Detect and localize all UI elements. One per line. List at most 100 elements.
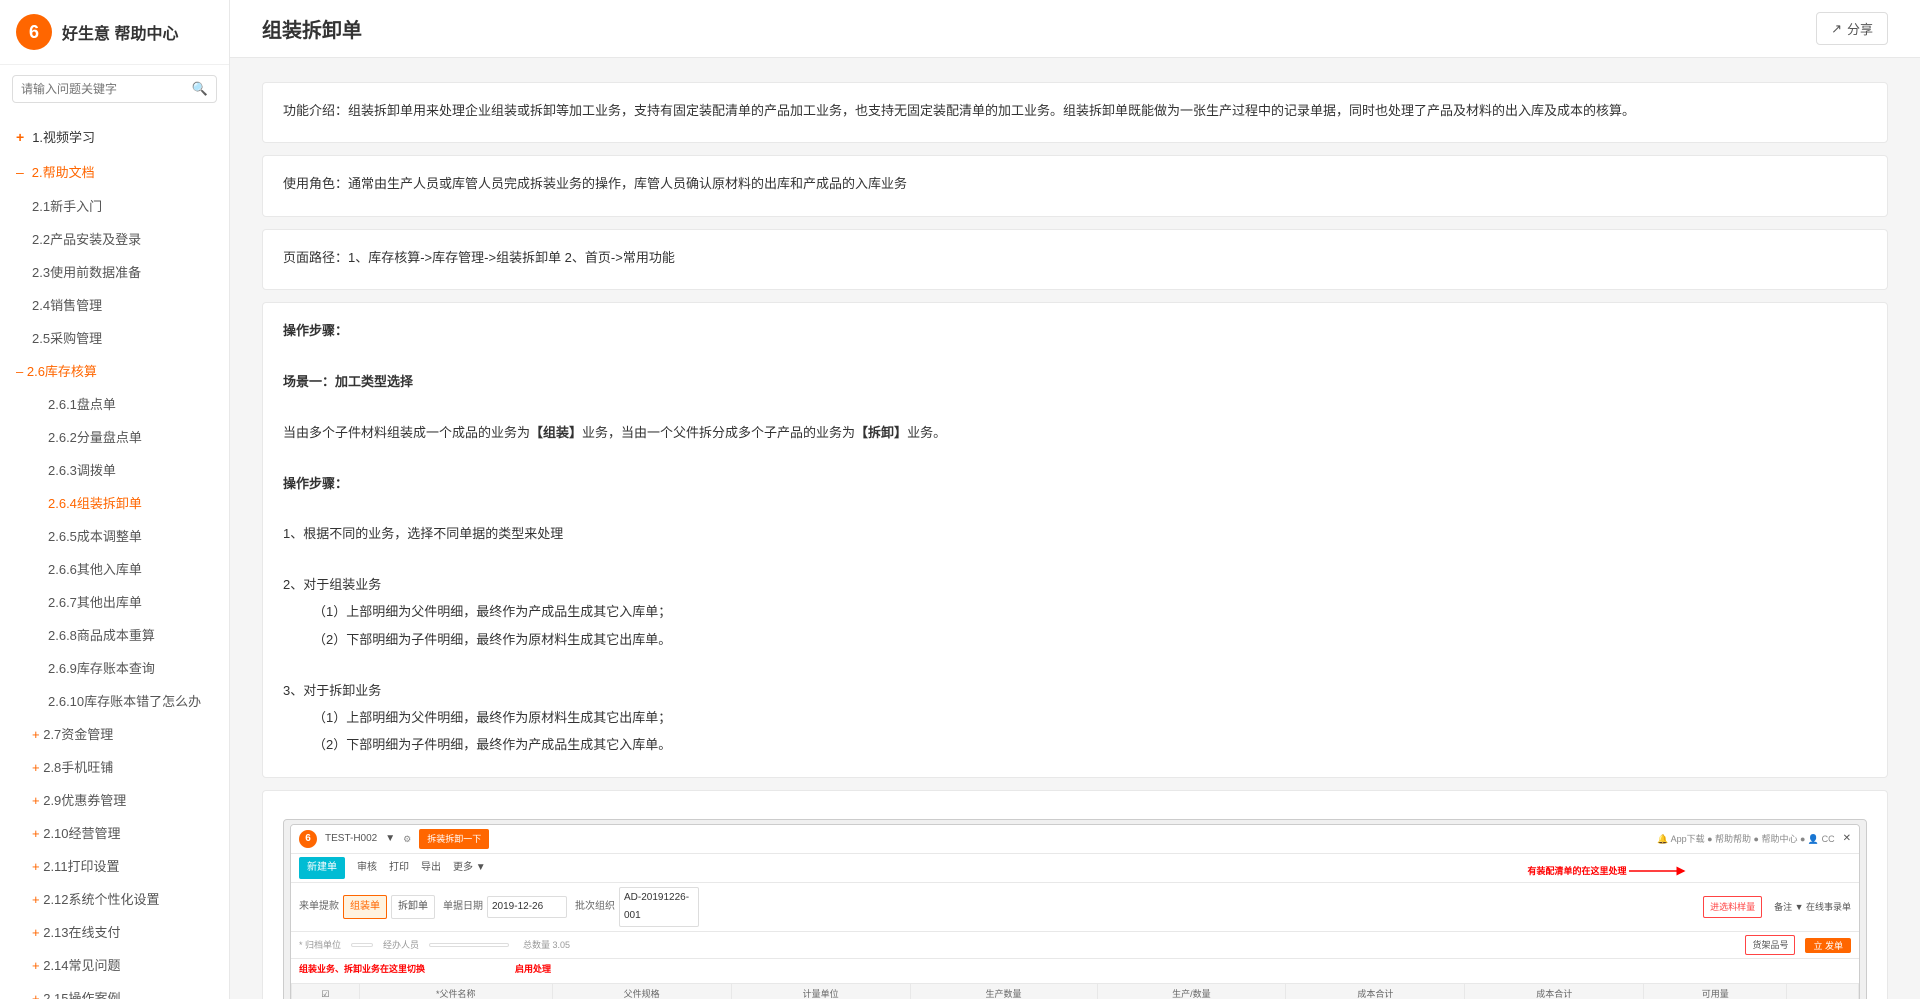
sidebar-item-sales[interactable]: 2.4销售管理 (0, 288, 229, 321)
search-input[interactable] (21, 82, 186, 96)
ops-steps-subtitle: 操作步骤： (283, 472, 1867, 495)
sidebar-item-manage[interactable]: + 2.10经营管理 (0, 816, 229, 849)
page-title: 组装拆卸单 (262, 14, 362, 43)
sidebar-item-newbie[interactable]: 2.1新手入门 (0, 189, 229, 222)
menu-item-3[interactable]: 导出 (421, 859, 441, 877)
label-org: * 归档单位 (299, 937, 341, 953)
menu-item-2[interactable]: 打印 (389, 859, 409, 877)
ops-title: 操作步骤： (283, 319, 1867, 342)
form-field-date: 单据日期 2019-12-26 (443, 896, 567, 918)
sidebar-item-system[interactable]: + 2.12系统个性化设置 (0, 882, 229, 915)
sidebar-item-inventory[interactable]: – 2.6库存核算 (0, 354, 229, 387)
field-red-box[interactable]: 货架品号 (1745, 935, 1795, 955)
type-btn-assemble[interactable]: 组装单 (343, 895, 387, 919)
sidebar-item-pay[interactable]: + 2.13在线支付 (0, 915, 229, 948)
expand-icon: + (16, 129, 24, 145)
sidebar-item-stock264[interactable]: 2.6.4组装拆卸单 (0, 486, 229, 519)
app-window: 6 TEST-H002 ▼ ⚙ 拆装拆卸一下 🔔 App下载 ● 帮助帮助 ● … (290, 824, 1860, 999)
sidebar-item-stock269[interactable]: 2.6.9库存账本查询 (0, 651, 229, 684)
th-prod-qty2: 生产/数量 (1097, 984, 1286, 999)
app-topbar: 6 TEST-H002 ▼ ⚙ 拆装拆卸一下 🔔 App下载 ● 帮助帮助 ● … (291, 825, 1859, 854)
search-bar[interactable]: 🔍 (12, 75, 217, 103)
sidebar-item-stock262[interactable]: 2.6.2分量盘点单 (0, 420, 229, 453)
sidebar-item-cases[interactable]: + 2.15操作案例 (0, 981, 229, 999)
intro-text-2: 使用角色：通常由生产人员或库管人员完成拆装业务的操作，库管人员确认原材料的出库和… (283, 172, 1867, 195)
btn-with-annotation[interactable]: 进选料样量 (1703, 896, 1762, 918)
form-field-type: 来单提款 组装单 拆卸单 (299, 895, 435, 919)
app-logo: 6 (299, 830, 317, 848)
field-org[interactable] (351, 943, 373, 947)
sidebar-item-stock266[interactable]: 2.6.6其他入库单 (0, 552, 229, 585)
annotation-1: 有装配清单的在这里处理 (1527, 863, 1689, 879)
th-cost1: 成本合计 (1286, 984, 1465, 999)
sidebar-item-stock261[interactable]: 2.6.1盘点单 (0, 387, 229, 420)
logo-icon: 6 (16, 14, 52, 50)
label-staff: 经办人员 (383, 937, 419, 953)
form-label-type: 来单提款 (299, 898, 339, 916)
th-action (1787, 984, 1859, 999)
share-icon: ↗ (1831, 21, 1842, 37)
btn-confirm[interactable]: 立 发单 (1805, 938, 1851, 953)
search-icon[interactable]: 🔍 (192, 81, 208, 97)
sidebar-item-prepare[interactable]: 2.3使用前数据准备 (0, 255, 229, 288)
annotation-3: 启用处理 (515, 961, 551, 977)
content-area: 功能介绍：组装拆卸单用来处理企业组装或拆卸等加工业务，支持有固定装配清单的产品加… (230, 58, 1920, 999)
field-staff[interactable] (429, 943, 509, 947)
app-close-icon[interactable]: ✕ (1843, 830, 1851, 848)
sidebar: 6 好生意 帮助中心 🔍 + 1.视频学习 – 2.帮助文档 (0, 0, 230, 999)
logo-text: 好生意 帮助中心 (62, 20, 178, 44)
intro-card-2: 使用角色：通常由生产人员或库管人员完成拆装业务的操作，库管人员确认原材料的出库和… (262, 155, 1888, 216)
breadcrumb-text: 页面路径：1、库存核算->库存管理->组装拆卸单 2、首页->常用功能 (283, 246, 1867, 269)
sidebar-header: 6 好生意 帮助中心 (0, 0, 229, 65)
form-input-batch[interactable]: AD-20191226-001 (619, 887, 699, 927)
app-icons: 🔔 App下载 ● 帮助帮助 ● 帮助中心 ● 👤 CC (1657, 831, 1834, 847)
form-label-date: 单据日期 (443, 898, 483, 916)
menu-tab-active[interactable]: 新建单 (299, 857, 345, 879)
type-buttons: 组装单 拆卸单 (343, 895, 435, 919)
sidebar-item-mobile[interactable]: + 2.8手机旺铺 (0, 750, 229, 783)
main: 组装拆卸单 ↗ 分享 功能介绍：组装拆卸单用来处理企业组装或拆卸等加工业务，支持… (230, 0, 1920, 999)
app-new-btn[interactable]: 拆装拆卸一下 (419, 829, 489, 849)
breadcrumb-card: 页面路径：1、库存核算->库存管理->组装拆卸单 2、首页->常用功能 (262, 229, 1888, 290)
sidebar-item-faq[interactable]: + 2.14常见问题 (0, 948, 229, 981)
screenshot-card: 6 TEST-H002 ▼ ⚙ 拆装拆卸一下 🔔 App下载 ● 帮助帮助 ● … (262, 790, 1888, 999)
share-button[interactable]: ↗ 分享 (1816, 12, 1888, 45)
annotation-row: 组装业务、拆卸业务在这里切换 启用处理 (291, 959, 1859, 979)
th-father-name: *父件名称 (359, 984, 552, 999)
scene1-title: 场景一：加工类型选择 (283, 370, 1867, 393)
topbar: 组装拆卸单 ↗ 分享 (230, 0, 1920, 58)
toolbar-right-btns: 备注 ▼ 在线事录单 (1774, 899, 1851, 915)
app-nav1: ⚙ (403, 831, 411, 847)
sidebar-item-stock267[interactable]: 2.6.7其他出库单 (0, 585, 229, 618)
annotation-2: 组装业务、拆卸业务在这里切换 (299, 961, 425, 977)
sidebar-item-stock268[interactable]: 2.6.8商品成本重算 (0, 618, 229, 651)
intro-text-1: 功能介绍：组装拆卸单用来处理企业组装或拆卸等加工业务，支持有固定装配清单的产品加… (283, 99, 1867, 122)
intro-card-1: 功能介绍：组装拆卸单用来处理企业组装或拆卸等加工业务，支持有固定装配清单的产品加… (262, 82, 1888, 143)
th-cost2: 成本合计 (1465, 984, 1644, 999)
collapse-icon: – (16, 164, 24, 180)
menu-item-4[interactable]: 更多 ▼ (453, 859, 486, 877)
scene1-desc: 当由多个子件材料组装成一个成品的业务为【组装】业务，当由一个父件拆分成多个子产品… (283, 421, 1867, 444)
screenshot-container: 6 TEST-H002 ▼ ⚙ 拆装拆卸一下 🔔 App下载 ● 帮助帮助 ● … (283, 819, 1867, 999)
step1: 1、根据不同的业务，选择不同单据的类型来处理 (283, 522, 1867, 545)
step3: 3、对于拆卸业务 (283, 679, 1867, 702)
menu-item-1[interactable]: 审核 (357, 859, 377, 877)
sidebar-item-video[interactable]: + 1.视频学习 (0, 119, 229, 154)
step3-sub2: （2）下部明细为子件明细，最终作为产成品生成其它入库单。 (283, 733, 1867, 756)
operations-card: 操作步骤： 场景一：加工类型选择 当由多个子件材料组装成一个成品的业务为【组装】… (262, 302, 1888, 778)
sidebar-item-stock2610[interactable]: 2.6.10库存账本错了怎么办 (0, 684, 229, 717)
screenshot-inner: 6 TEST-H002 ▼ ⚙ 拆装拆卸一下 🔔 App下载 ● 帮助帮助 ● … (284, 820, 1866, 999)
sidebar-item-coupon[interactable]: + 2.9优惠券管理 (0, 783, 229, 816)
sidebar-item-print[interactable]: + 2.11打印设置 (0, 849, 229, 882)
type-btn-disassemble[interactable]: 拆卸单 (391, 895, 435, 919)
th-unit: 计量单位 (731, 984, 910, 999)
sidebar-item-capital[interactable]: + 2.7资金管理 (0, 717, 229, 750)
upper-table: ☑ *父件名称 父件规格 计量单位 生产数量 生产/数量 成本合计 成本合计 可 (291, 983, 1859, 999)
sidebar-item-purchase[interactable]: 2.5采购管理 (0, 321, 229, 354)
sidebar-item-stock263[interactable]: 2.6.3调拨单 (0, 453, 229, 486)
sidebar-item-docs[interactable]: – 2.帮助文档 (0, 154, 229, 189)
sidebar-item-stock265[interactable]: 2.6.5成本调整单 (0, 519, 229, 552)
step3-sub1: （1）上部明细为父件明细，最终作为原材料生成其它出库单； (283, 706, 1867, 729)
form-input-date[interactable]: 2019-12-26 (487, 896, 567, 918)
sidebar-item-install[interactable]: 2.2产品安装及登录 (0, 222, 229, 255)
